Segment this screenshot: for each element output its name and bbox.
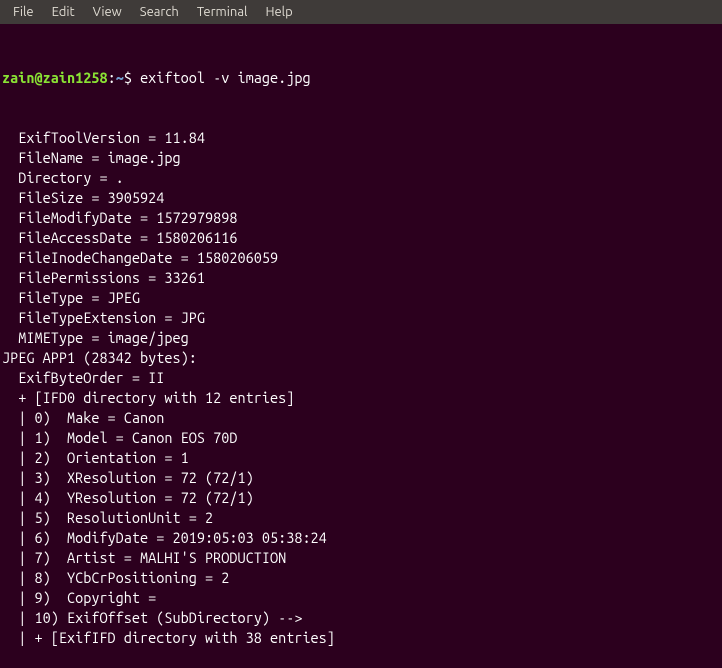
output-line: ExifByteOrder = II [0, 368, 722, 388]
output-line: FileModifyDate = 1572979898 [0, 208, 722, 228]
command-text: exiftool -v image.jpg [140, 69, 311, 86]
output-line: FileType = JPEG [0, 288, 722, 308]
output-line: FileInodeChangeDate = 1580206059 [0, 248, 722, 268]
output-line: + [IFD0 directory with 12 entries] [0, 388, 722, 408]
output-line: FileAccessDate = 1580206116 [0, 228, 722, 248]
menu-view[interactable]: View [84, 0, 131, 24]
output-line: | 4) YResolution = 72 (72/1) [0, 488, 722, 508]
output-line: FilePermissions = 33261 [0, 268, 722, 288]
output-line: | 2) Orientation = 1 [0, 448, 722, 468]
output-line: | + [ExifIFD directory with 38 entries] [0, 628, 722, 648]
output-line: | 6) ModifyDate = 2019:05:03 05:38:24 [0, 528, 722, 548]
output-line: MIMEType = image/jpeg [0, 328, 722, 348]
menu-file[interactable]: File [4, 0, 43, 24]
output-line: | 3) XResolution = 72 (72/1) [0, 468, 722, 488]
menu-terminal[interactable]: Terminal [188, 0, 257, 24]
output-line: Directory = . [0, 168, 722, 188]
prompt-path: ~ [116, 69, 124, 86]
output-line: | 1) Model = Canon EOS 70D [0, 428, 722, 448]
terminal-output[interactable]: zain@zain1258:~$ exiftool -v image.jpg E… [0, 24, 722, 668]
menu-search[interactable]: Search [131, 0, 188, 24]
menubar: File Edit View Search Terminal Help [0, 0, 722, 24]
output-line: FileTypeExtension = JPG [0, 308, 722, 328]
prompt-colon: : [108, 69, 116, 86]
menu-help[interactable]: Help [256, 0, 301, 24]
output-line: FileName = image.jpg [0, 148, 722, 168]
output-line: | 7) Artist = MALHI'S PRODUCTION [0, 548, 722, 568]
output-line: | 0) Make = Canon [0, 408, 722, 428]
prompt-symbol: $ [124, 69, 132, 86]
output-line: | 8) YCbCrPositioning = 2 [0, 568, 722, 588]
output-line: | 9) Copyright = [0, 588, 722, 608]
output-line: | 5) ResolutionUnit = 2 [0, 508, 722, 528]
output-line: JPEG APP1 (28342 bytes): [0, 348, 722, 368]
output-line: ExifToolVersion = 11.84 [0, 128, 722, 148]
menu-edit[interactable]: Edit [43, 0, 84, 24]
output-line: FileSize = 3905924 [0, 188, 722, 208]
output-line: | 10) ExifOffset (SubDirectory) --> [0, 608, 722, 628]
prompt-line: zain@zain1258:~$ exiftool -v image.jpg [0, 68, 722, 88]
prompt-user-host: zain@zain1258 [2, 69, 108, 86]
